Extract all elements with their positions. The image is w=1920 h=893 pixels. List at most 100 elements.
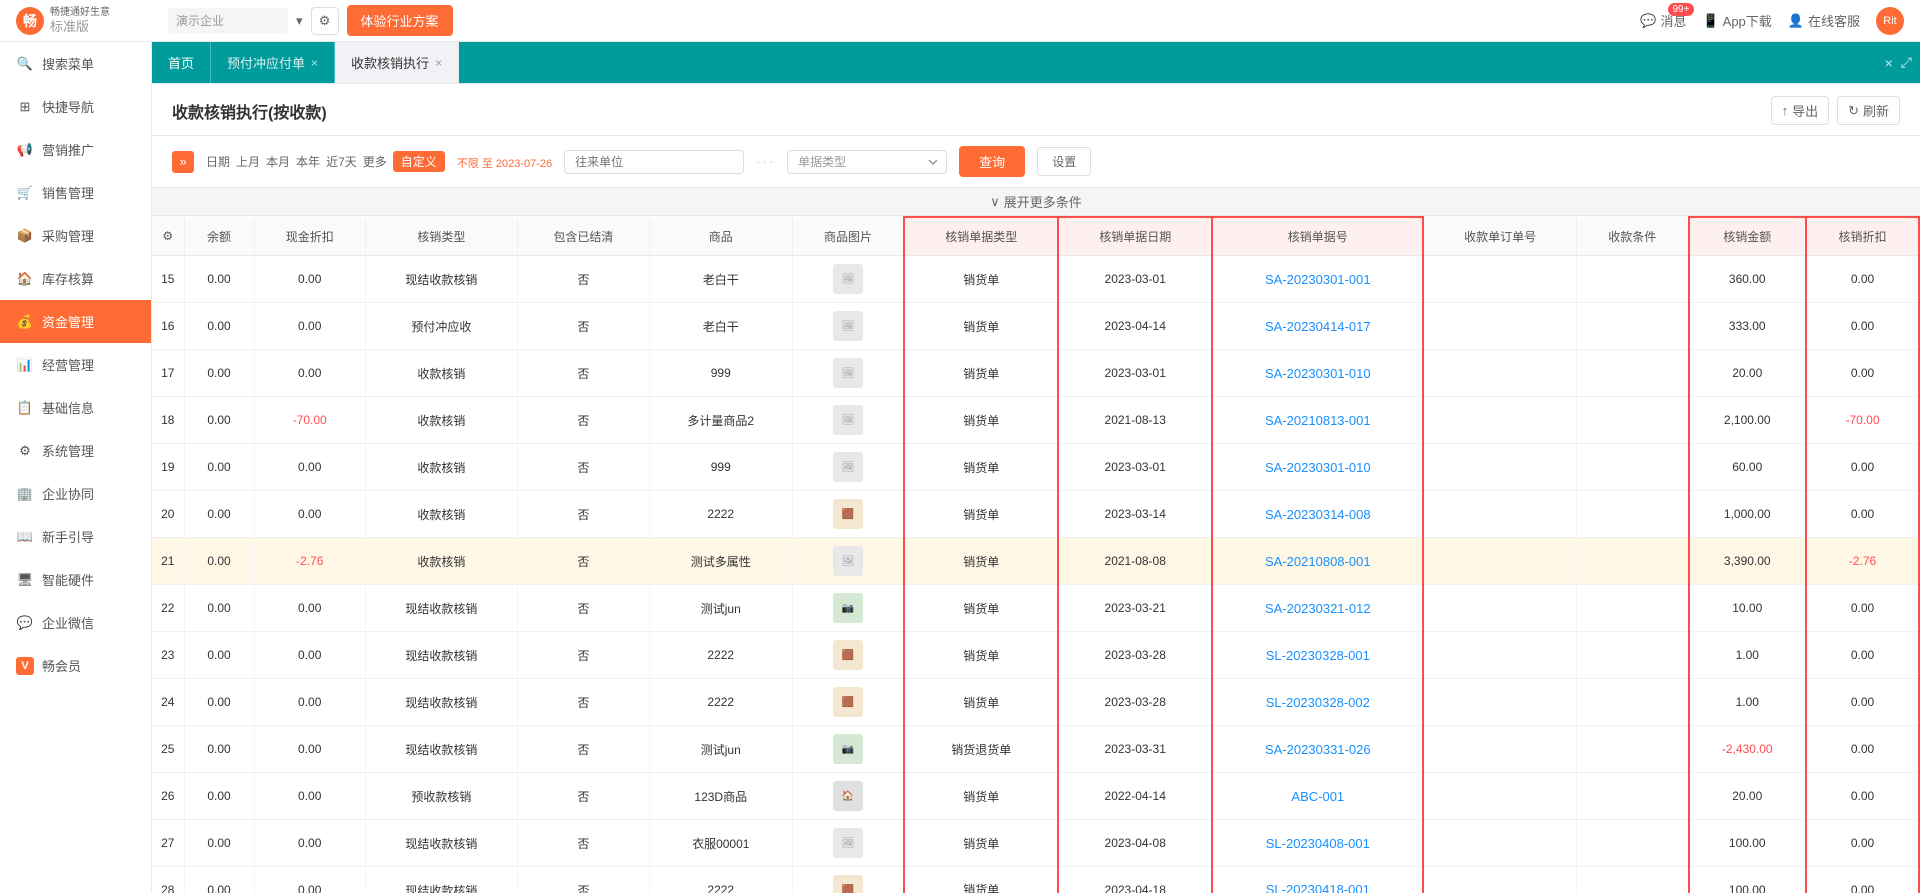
td-order-no [1423, 820, 1576, 867]
td-bill-no[interactable]: SA-20210813-001 [1212, 397, 1423, 444]
export-button[interactable]: ↑ 导出 [1771, 96, 1830, 125]
custom-date-button[interactable]: 自定义 [393, 151, 445, 172]
bill-no-link[interactable]: SA-20230301-010 [1265, 460, 1371, 475]
td-bill-no[interactable]: SA-20230301-010 [1212, 444, 1423, 491]
bill-no-link[interactable]: SL-20230328-001 [1266, 648, 1370, 663]
tab-prepay[interactable]: 预付冲应付单 × [211, 42, 335, 83]
sidebar-item-wechat[interactable]: 💬 企业微信 [0, 601, 151, 644]
td-bill-no[interactable]: SA-20230321-012 [1212, 585, 1423, 632]
sidebar-item-sales[interactable]: 🛒 销售管理 [0, 171, 151, 214]
settings-icon[interactable]: ⚙ [311, 7, 339, 35]
bill-no-link[interactable]: SL-20230408-001 [1266, 836, 1370, 851]
tab-close-all-icon[interactable]: × [1885, 55, 1893, 71]
bill-no-link[interactable]: SL-20230328-002 [1266, 695, 1370, 710]
tab-prepay-label: 预付冲应付单 [227, 53, 305, 72]
td-product-img: 🖼 [792, 303, 904, 350]
td-verify-type: 预付冲应收 [365, 303, 517, 350]
date-link-this-year[interactable]: 本年 [296, 153, 320, 170]
td-bill-date: 2023-04-14 [1058, 303, 1212, 350]
td-product-img: 📷 [792, 585, 904, 632]
table-row: 17 0.00 0.00 收款核销 否 999 🖼 销货单 2023-03-01… [152, 350, 1919, 397]
bill-no-link[interactable]: ABC-001 [1291, 789, 1344, 804]
bill-no-link[interactable]: SA-20230301-001 [1265, 272, 1371, 287]
td-id: 15 [152, 256, 184, 303]
page-title: 收款核销执行(按收款) [172, 99, 327, 123]
td-bill-no[interactable]: SL-20230328-001 [1212, 632, 1423, 679]
refresh-button[interactable]: ↻ 刷新 [1837, 96, 1900, 125]
message-button[interactable]: 💬 消息 99+ [1640, 11, 1686, 30]
th-bill-type: 核销单据类型 [904, 217, 1058, 256]
td-bill-type: 销货单 [904, 867, 1058, 893]
td-bill-no[interactable]: SL-20230418-001 [1212, 867, 1423, 893]
bill-no-link[interactable]: SA-20230321-012 [1265, 601, 1371, 616]
dropdown-icon[interactable]: ▾ [296, 13, 303, 29]
sidebar-item-purchase[interactable]: 📦 采购管理 [0, 214, 151, 257]
online-service-button[interactable]: 👤 在线客服 [1788, 11, 1860, 30]
td-bill-no[interactable]: SA-20210808-001 [1212, 538, 1423, 585]
bill-no-link[interactable]: SA-20230331-026 [1265, 742, 1371, 757]
td-balance: 0.00 [184, 867, 254, 893]
date-link-last-month[interactable]: 上月 [236, 153, 260, 170]
td-bill-no[interactable]: SL-20230328-002 [1212, 679, 1423, 726]
sidebar-item-finance[interactable]: 💰 资金管理 [0, 300, 151, 343]
sidebar-item-search[interactable]: 🔍 搜索菜单 [0, 42, 151, 85]
filter-settings-button[interactable]: 设置 [1037, 147, 1091, 176]
tab-prepay-close[interactable]: × [311, 56, 318, 70]
table-container: ⚙ 余额 现金折扣 核销类型 包含已结清 商品 商品图片 核销单据类型 核销单据… [152, 216, 1920, 893]
industry-button[interactable]: 体验行业方案 [347, 5, 453, 36]
bill-no-link[interactable]: SA-20230314-008 [1265, 507, 1371, 522]
sidebar-item-basic[interactable]: 📋 基础信息 [0, 386, 151, 429]
expand-bar[interactable]: ∨ 展开更多条件 [152, 188, 1920, 216]
td-balance: 0.00 [184, 491, 254, 538]
td-cash-discount: 0.00 [254, 303, 365, 350]
bill-no-link[interactable]: SA-20210808-001 [1265, 554, 1371, 569]
td-include-settled: 否 [518, 350, 650, 397]
td-bill-no[interactable]: ABC-001 [1212, 773, 1423, 820]
tab-receipt-close[interactable]: × [435, 56, 442, 70]
sidebar-item-corp[interactable]: 🏢 企业协同 [0, 472, 151, 515]
app-icon: 📱 [1702, 13, 1718, 29]
sidebar-item-hardware[interactable]: 🖥 智能硬件 [0, 558, 151, 601]
td-product-img: 🟫 [792, 867, 904, 893]
td-bill-no[interactable]: SA-20230331-026 [1212, 726, 1423, 773]
td-bill-no[interactable]: SA-20230314-008 [1212, 491, 1423, 538]
date-link-7days[interactable]: 近7天 [326, 153, 357, 170]
td-bill-no[interactable]: SA-20230414-017 [1212, 303, 1423, 350]
sidebar-item-shortcut[interactable]: ⊞ 快捷导航 [0, 85, 151, 128]
td-order-no [1423, 679, 1576, 726]
td-amount: -2,430.00 [1689, 726, 1807, 773]
sidebar-item-guide[interactable]: 📖 新手引导 [0, 515, 151, 558]
td-bill-no[interactable]: SL-20230408-001 [1212, 820, 1423, 867]
sidebar-item-system[interactable]: ⚙ 系统管理 [0, 429, 151, 472]
sidebar-item-inventory[interactable]: 🏠 库存核算 [0, 257, 151, 300]
unit-filter-input[interactable] [564, 150, 744, 174]
bill-no-link[interactable]: SA-20210813-001 [1265, 413, 1371, 428]
bill-no-link[interactable]: SA-20230414-017 [1265, 319, 1371, 334]
td-bill-date: 2021-08-13 [1058, 397, 1212, 444]
app-download-button[interactable]: 📱 App下载 [1702, 11, 1771, 30]
bill-no-link[interactable]: SL-20230418-001 [1266, 882, 1370, 893]
td-cash-discount: 0.00 [254, 256, 365, 303]
company-name[interactable]: 演示企业 [168, 8, 288, 33]
logo-icon: 畅 [16, 7, 44, 35]
sidebar-item-member[interactable]: V 畅会员 [0, 644, 151, 687]
user-avatar[interactable]: Rit [1876, 7, 1904, 35]
table-row: 24 0.00 0.00 现结收款核销 否 2222 🟫 销货单 2023-03… [152, 679, 1919, 726]
tab-receipt[interactable]: 收款核销执行 × [335, 42, 459, 83]
filter-toggle-button[interactable]: » [172, 151, 194, 173]
th-bill-no: 核销单据号 [1212, 217, 1423, 256]
date-link-this-month[interactable]: 本月 [266, 153, 290, 170]
sidebar-item-marketing[interactable]: 📢 营销推广 [0, 128, 151, 171]
td-bill-no[interactable]: SA-20230301-001 [1212, 256, 1423, 303]
date-link-more[interactable]: 更多 [363, 153, 387, 170]
td-product: 999 [649, 444, 792, 491]
bill-type-select[interactable]: 单据类型 [787, 150, 947, 174]
sidebar-item-operation[interactable]: 📊 经营管理 [0, 343, 151, 386]
tab-home[interactable]: 首页 [152, 42, 211, 83]
td-bill-no[interactable]: SA-20230301-010 [1212, 350, 1423, 397]
bill-no-link[interactable]: SA-20230301-010 [1265, 366, 1371, 381]
tab-fullscreen-icon[interactable]: ⤢ [1901, 54, 1912, 71]
td-discount: 0.00 [1806, 303, 1919, 350]
date-filter-label: 日期 [206, 153, 230, 170]
query-button[interactable]: 查询 [959, 146, 1025, 177]
